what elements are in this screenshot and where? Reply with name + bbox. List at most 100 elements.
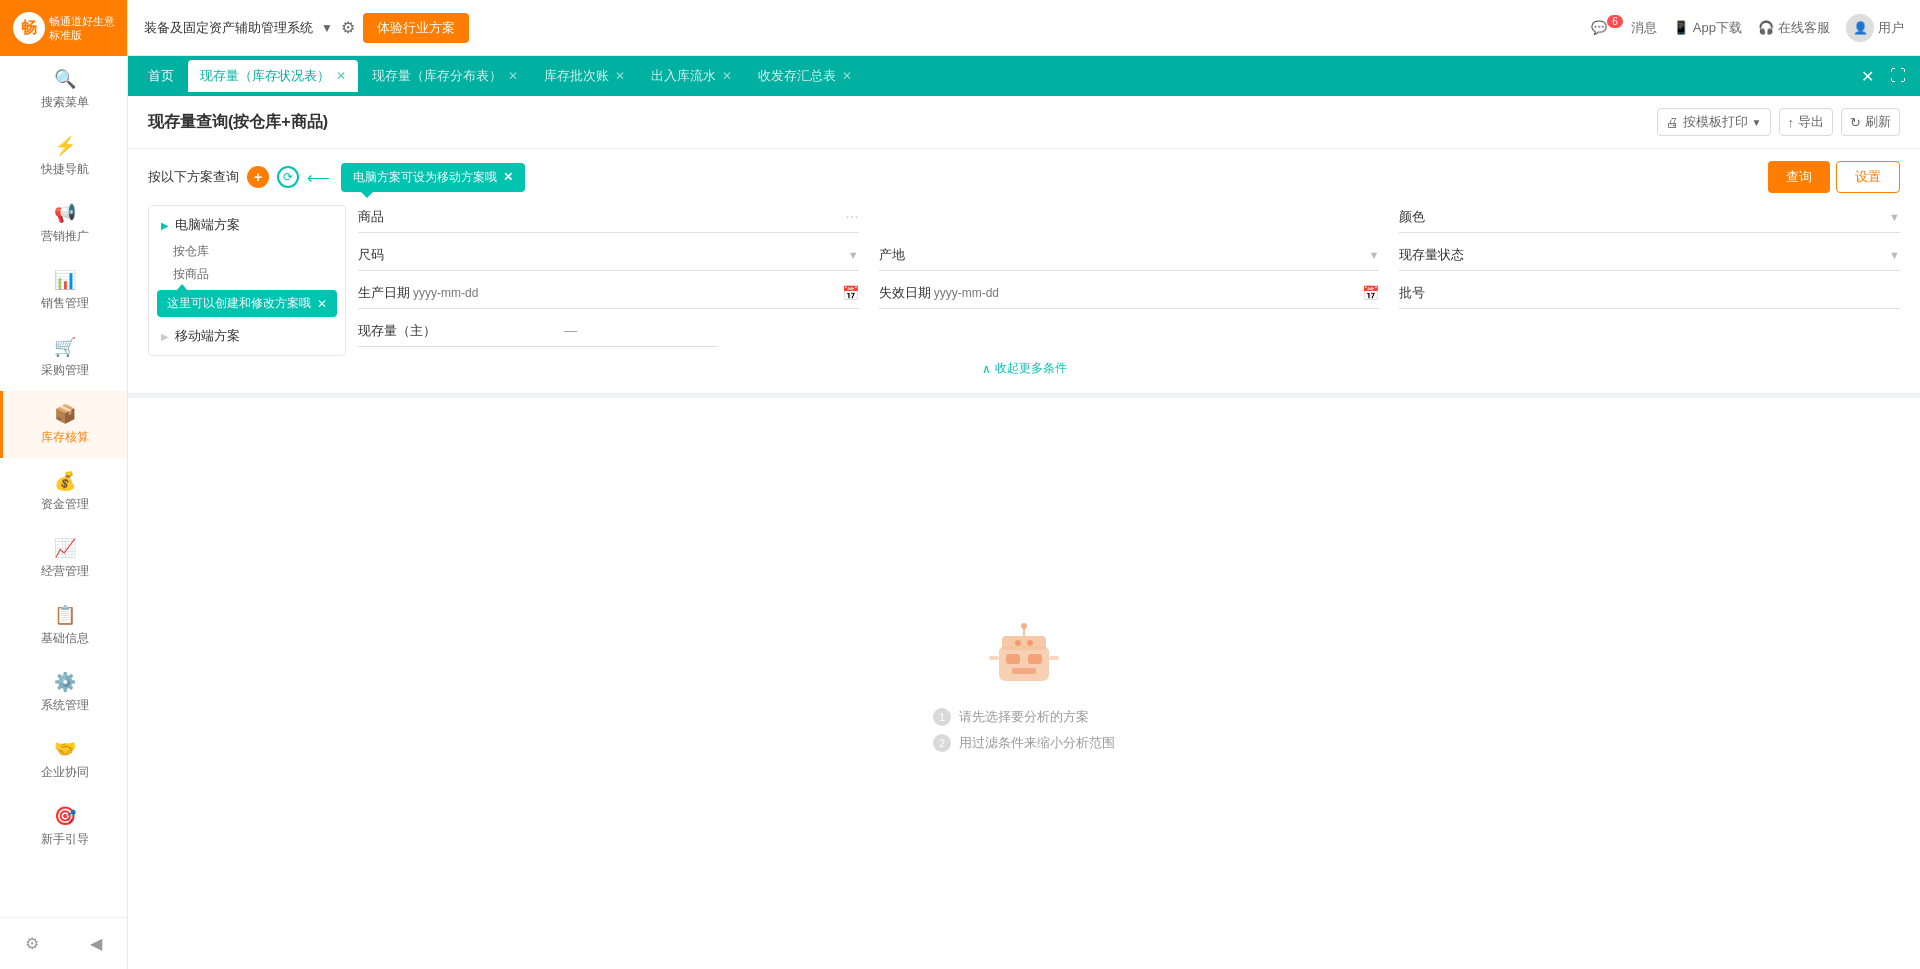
system-name: 装备及固定资产辅助管理系统 [144,19,313,37]
stock-status-dropdown-arrow[interactable]: ▼ [1889,249,1900,261]
user-item[interactable]: 👤 用户 [1846,14,1904,42]
collapse-btn[interactable]: ∧ 收起更多条件 [982,360,1067,377]
tab-batch-close[interactable]: ✕ [615,69,625,83]
headset-icon: 🎧 [1758,20,1774,35]
tab-summary[interactable]: 收发存汇总表 ✕ [746,60,864,92]
tab-inventory-status-close[interactable]: ✕ [336,69,346,83]
home-tab-label: 首页 [148,67,174,85]
stock-main-from-input[interactable] [436,323,556,338]
export-btn[interactable]: ↑ 导出 [1779,108,1834,136]
expiry-date-calendar-icon[interactable]: 📅 [1362,285,1379,301]
sidebar-item-cooperation[interactable]: 🤝 企业协同 [0,726,127,793]
production-date-calendar-icon[interactable]: 📅 [842,285,859,301]
trial-btn[interactable]: 体验行业方案 [363,13,469,43]
sidebar-item-management[interactable]: 📈 经营管理 [0,525,127,592]
empty-hint-1-text: 请先选择要分析的方案 [959,708,1089,726]
empty-illustration [984,616,1064,696]
system-dropdown[interactable]: ▼ [321,21,333,35]
scheme-sub-item[interactable]: 按仓库 [149,240,345,263]
filter-fields-area: 商品 ··· 颜色 ▼ 尺码 [358,205,1900,356]
origin-label: 产地 [879,246,934,264]
sales-icon: 📊 [54,269,76,291]
collapse-sidebar-btn[interactable]: ◀ [86,930,106,957]
sidebar-item-inventory[interactable]: 📦 库存核算 [0,391,127,458]
scheme-item-mobile[interactable]: ▶ 移动端方案 [149,321,345,351]
color-dropdown-arrow[interactable]: ▼ [1889,211,1900,223]
query-btn[interactable]: 查询 [1768,161,1830,193]
tab-close-all[interactable]: ✕ [1855,65,1880,88]
production-date-input[interactable] [413,286,842,300]
tab-inventory-dist[interactable]: 现存量（库存分布表） ✕ [360,60,530,92]
message-icon: 💬 [1591,20,1607,35]
svg-rect-0 [999,646,1049,681]
sidebar-item-purchase[interactable]: 🛒 采购管理 [0,324,127,391]
sidebar-item-basic[interactable]: 📋 基础信息 [0,592,127,659]
inventory-dist-label: 现存量（库存分布表） [372,67,502,85]
tab-inventory-dist-close[interactable]: ✕ [508,69,518,83]
tab-bar: 首页 现存量（库存状况表） ✕ 现存量（库存分布表） ✕ 库存批次账 ✕ 出入库… [128,56,1920,96]
content: 现存量查询(按仓库+商品) 🖨 按模板打印 ▼ ↑ 导出 ↻ 刷新 [128,96,1920,969]
sidebar-item-marketing[interactable]: 📢 营销推广 [0,190,127,257]
tab-inventory-status[interactable]: 现存量（库存状况表） ✕ [188,60,358,92]
sidebar-item-guide[interactable]: 🎯 新手引导 [0,793,127,860]
product-dots[interactable]: ··· [845,208,858,226]
sidebar-nav: 🔍 搜索菜单 ⚡ 快捷导航 📢 营销推广 📊 销售管理 🛒 采购管理 📦 库存核… [0,56,127,917]
filter-grid-row1: 商品 ··· 颜色 ▼ [358,205,1900,233]
guide-icon: 🎯 [54,805,76,827]
online-service-label: 在线客服 [1778,19,1830,37]
product-label: 商品 [358,208,413,226]
search-icon: 🔍 [54,68,76,90]
field-product: 商品 ··· [358,205,859,233]
tab-maximize[interactable]: ⛶ [1884,65,1912,88]
tab-summary-close[interactable]: ✕ [842,69,852,83]
nav-icon: ⚡ [54,135,76,157]
marketing-icon: 📢 [54,202,76,224]
purchase-icon: 🛒 [54,336,76,358]
field-size: 尺码 ▼ [358,243,859,271]
tooltip-top-close[interactable]: ✕ [503,170,513,184]
finance-icon: 💰 [54,470,76,492]
filter-circle-btn[interactable]: ⟳ [277,166,299,188]
field-stock-status: 现存量状态 ▼ [1399,243,1900,271]
filter-arrow-btn[interactable]: ⟵ [307,166,329,188]
header-settings-icon[interactable]: ⚙ [341,18,355,37]
filter-add-btn[interactable]: + [247,166,269,188]
reset-btn[interactable]: 设置 [1836,161,1900,193]
empty-hint-2: 2 用过滤条件来缩小分析范围 [933,734,1115,752]
query-buttons: 查询 设置 [1768,161,1900,193]
sidebar-item-search[interactable]: 🔍 搜索菜单 [0,56,127,123]
field-batch-no: 批号 [1399,281,1900,309]
size-label: 尺码 [358,246,413,264]
message-item[interactable]: 💬 6 消息 [1591,19,1657,37]
print-btn[interactable]: 🖨 按模板打印 ▼ [1657,108,1771,136]
field-expiry-date: 失效日期 📅 [879,281,1380,309]
tab-batch[interactable]: 库存批次账 ✕ [532,60,637,92]
hint-circle-2: 2 [933,734,951,752]
online-service-item[interactable]: 🎧 在线客服 [1758,19,1830,37]
filter-label: 按以下方案查询 [148,168,239,186]
refresh-btn[interactable]: ↻ 刷新 [1841,108,1900,136]
sidebar-item-nav[interactable]: ⚡ 快捷导航 [0,123,127,190]
hint-circle-1: 1 [933,708,951,726]
origin-dropdown-arrow[interactable]: ▼ [1368,249,1379,261]
size-dropdown-arrow[interactable]: ▼ [848,249,859,261]
logo-text: 畅通道好生意 标准版 [49,14,115,43]
expiry-date-input[interactable] [934,286,1363,300]
filter-header: 按以下方案查询 + ⟳ ⟵ 电脑方案可设为移动方案哦 ✕ 查询 设置 [148,161,1900,193]
edit-tooltip: 这里可以创建和修改方案哦 ✕ [157,290,337,317]
edit-tooltip-close[interactable]: ✕ [317,297,327,311]
field-production-date: 生产日期 📅 [358,281,859,309]
scheme-item-pc[interactable]: ▶ 电脑端方案 [149,210,345,240]
scheme-sub-item2[interactable]: 按商品 [149,263,345,286]
tab-flow[interactable]: 出入库流水 ✕ [639,60,744,92]
expiry-date-label: 失效日期 [879,284,934,302]
tab-flow-close[interactable]: ✕ [722,69,732,83]
empty-hints: 1 请先选择要分析的方案 2 用过滤条件来缩小分析范围 [933,708,1115,752]
sidebar-item-sales[interactable]: 📊 销售管理 [0,257,127,324]
stock-main-to-input[interactable] [585,323,705,338]
settings-bottom-btn[interactable]: ⚙ [21,930,43,957]
app-download-item[interactable]: 📱 App下载 [1673,19,1742,37]
sidebar-item-finance[interactable]: 💰 资金管理 [0,458,127,525]
sidebar-item-system[interactable]: ⚙️ 系统管理 [0,659,127,726]
tab-home[interactable]: 首页 [136,60,186,92]
